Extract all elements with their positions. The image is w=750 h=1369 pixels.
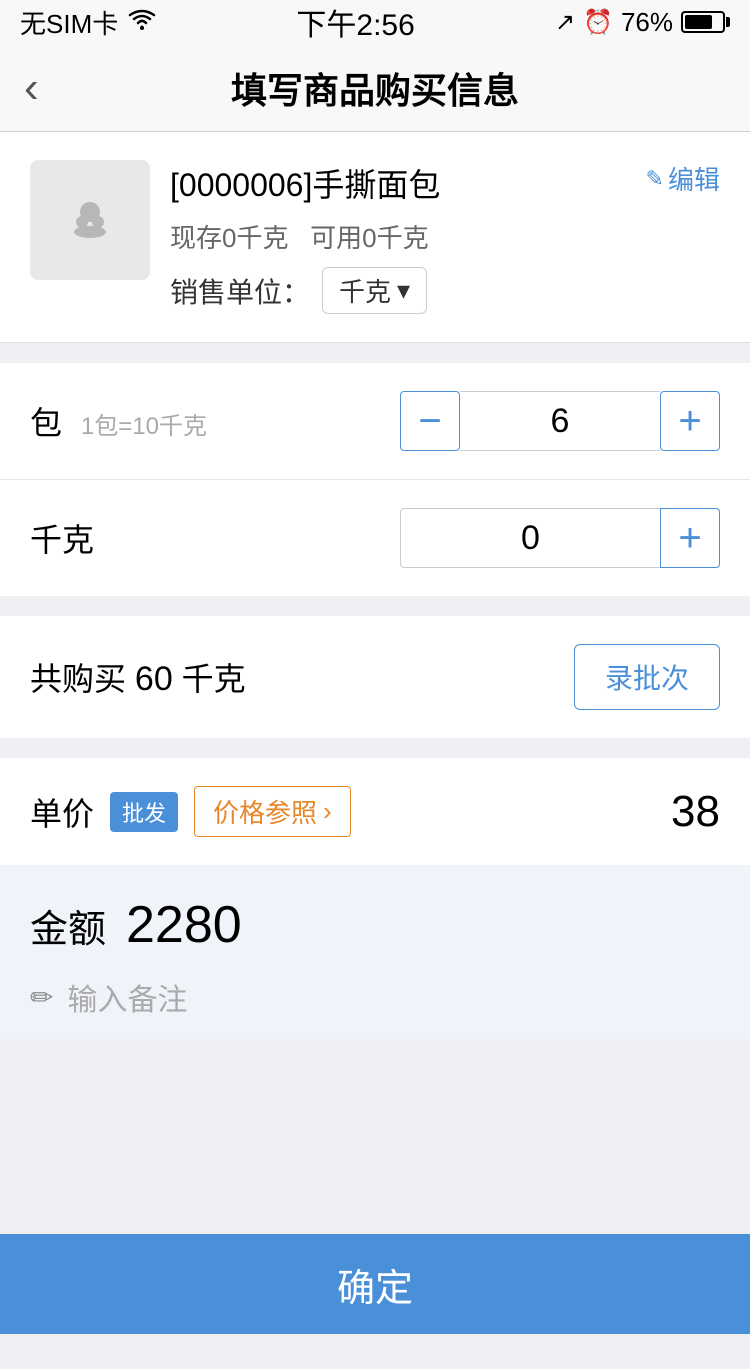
summary-section: 共购买 60 千克 录批次	[0, 616, 750, 738]
pencil-icon: ✏	[30, 981, 53, 1014]
bag-quantity-input[interactable]	[460, 391, 660, 451]
kg-plus-button[interactable]: +	[660, 508, 720, 568]
bag-label: 包 1包=10千克	[30, 398, 400, 444]
unit-select[interactable]: 千克 ▾	[322, 267, 427, 314]
price-section: 单价 批发 价格参照 › 38	[0, 758, 750, 865]
bag-minus-button[interactable]: −	[400, 391, 460, 451]
page-title: 填写商品购买信息	[231, 62, 519, 114]
section-separator-2	[0, 596, 750, 616]
price-ref-button[interactable]: 价格参照 ›	[194, 786, 351, 837]
wifi-icon	[128, 7, 156, 38]
product-name: [0000006]手撕面包	[170, 160, 440, 206]
section-separator-1	[0, 343, 750, 363]
bag-plus-button[interactable]: +	[660, 391, 720, 451]
amount-row: 金额 2280	[30, 895, 720, 955]
dropdown-icon: ▾	[397, 275, 410, 306]
sim-text: 无SIM卡	[20, 4, 118, 41]
amount-value: 2280	[126, 895, 242, 955]
alarm-icon: ⏰	[583, 8, 613, 37]
input-section: 包 1包=10千克 − + 千克 +	[0, 363, 750, 596]
product-unit-row: 销售单位： 千克 ▾	[170, 267, 720, 314]
amount-section: 金额 2280 ✏ 输入备注	[0, 865, 750, 1039]
price-batch-badge: 批发	[110, 792, 178, 832]
back-button[interactable]: ‹	[24, 66, 39, 110]
bag-sublabel: 1包=10千克	[81, 413, 207, 440]
battery-percent: 76%	[621, 7, 673, 38]
product-card: [0000006]手撕面包 ✎ 编辑 现存0千克 可用0千克 销售单位： 千克 …	[0, 132, 750, 343]
bag-row: 包 1包=10千克 − +	[0, 363, 750, 480]
price-ref-arrow: ›	[323, 796, 332, 827]
status-left: 无SIM卡	[20, 4, 156, 41]
summary-text: 共购买 60 千克	[30, 654, 246, 700]
kg-quantity-control: +	[400, 508, 720, 568]
product-name-row: [0000006]手撕面包 ✎ 编辑	[170, 160, 720, 206]
section-separator-3	[0, 738, 750, 758]
status-bar: 无SIM卡 下午2:56 ↗ ⏰ 76%	[0, 0, 750, 44]
remark-placeholder: 输入备注	[67, 975, 187, 1019]
confirm-button[interactable]: 确定	[0, 1234, 750, 1334]
amount-label: 金额	[30, 898, 106, 953]
price-value: 38	[671, 787, 720, 837]
kg-row: 千克 +	[0, 480, 750, 596]
price-label: 单价	[30, 789, 94, 835]
remark-row[interactable]: ✏ 输入备注	[30, 975, 720, 1019]
edit-icon: ✎	[646, 166, 664, 192]
edit-button[interactable]: ✎ 编辑	[646, 160, 720, 197]
location-icon: ↗	[555, 8, 575, 37]
battery-icon	[681, 11, 730, 33]
product-info: [0000006]手撕面包 ✎ 编辑 现存0千克 可用0千克 销售单位： 千克 …	[170, 160, 720, 314]
status-time: 下午2:56	[296, 0, 414, 44]
batch-button[interactable]: 录批次	[574, 644, 720, 710]
bag-quantity-control: − +	[400, 391, 720, 451]
product-stock: 现存0千克 可用0千克	[170, 218, 720, 255]
nav-bar: ‹ 填写商品购买信息	[0, 44, 750, 132]
product-image	[30, 160, 150, 280]
kg-quantity-input[interactable]	[400, 508, 660, 568]
kg-label: 千克	[30, 515, 400, 561]
summary-quantity: 60	[135, 660, 173, 698]
status-right: ↗ ⏰ 76%	[555, 7, 730, 38]
